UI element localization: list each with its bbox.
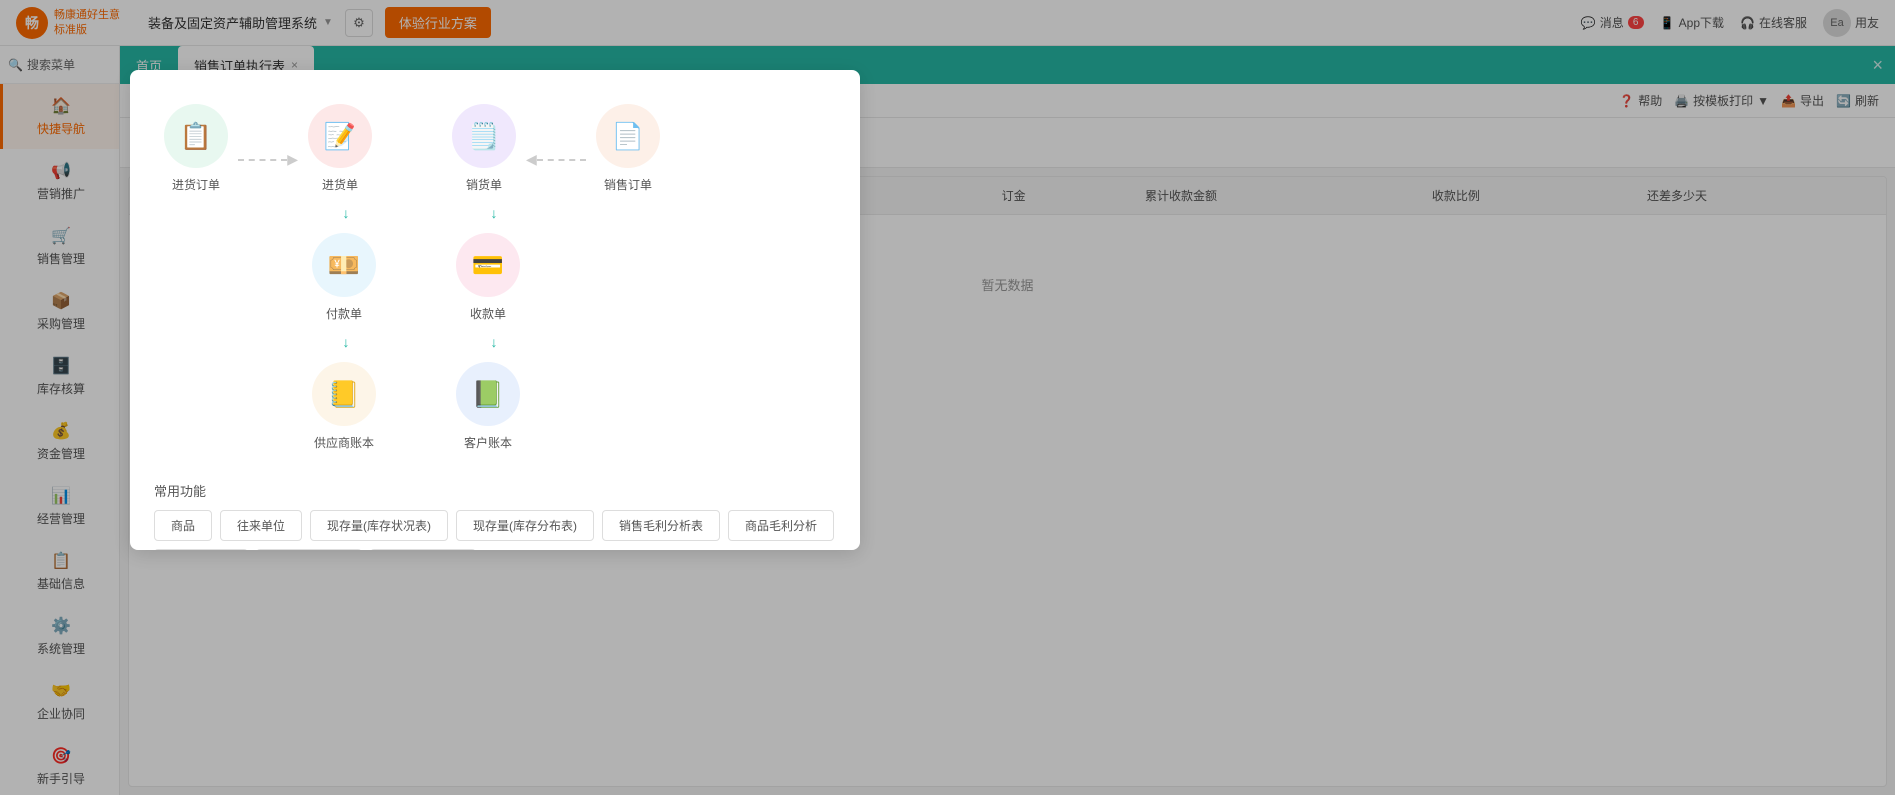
supplier-ledger-label: 供应商账本 bbox=[314, 434, 374, 451]
app-container: 畅 畅康通好生意 标准版 装备及固定资产辅助管理系统 ▼ ⚙ 体验行业方案 💬 … bbox=[0, 0, 1895, 795]
flow-purchase-slip[interactable]: 📝 进货单 bbox=[298, 94, 382, 203]
flow-payment-slip[interactable]: 💴 付款单 bbox=[302, 223, 386, 332]
flow-purchase-order[interactable]: 📋 进货订单 bbox=[154, 94, 238, 203]
customer-ledger-label: 客户账本 bbox=[464, 434, 512, 451]
flow-customer-ledger[interactable]: 📗 客户账本 bbox=[446, 352, 530, 461]
sales-order-label: 销售订单 bbox=[604, 176, 652, 193]
func-btn-stock-dist[interactable]: 现存量(库存分布表) bbox=[456, 510, 594, 541]
func-btn-sales-rank[interactable]: 销售排行榜 bbox=[154, 549, 248, 550]
flow-sales-slip[interactable]: 🗒️ 销货单 bbox=[442, 94, 526, 203]
common-funcs: 常用功能 商品 往来单位 现存量(库存状况表) 现存量(库存分布表) 销售毛利分… bbox=[154, 481, 836, 550]
arrow-2: ▶ bbox=[526, 129, 586, 168]
func-btn-goods[interactable]: 商品 bbox=[154, 510, 212, 541]
arrow-1: ▶ bbox=[238, 129, 298, 168]
receipt-slip-label: 收款单 bbox=[470, 305, 506, 322]
purchase-slip-icon: 📝 bbox=[308, 104, 372, 168]
func-btn-sales-profit[interactable]: 销售毛利分析表 bbox=[602, 510, 720, 541]
flow-receipt-slip[interactable]: 💳 收款单 bbox=[446, 223, 530, 332]
func-btn-payment-stats[interactable]: 付款情况统计 bbox=[370, 549, 476, 550]
sales-slip-icon: 🗒️ bbox=[452, 104, 516, 168]
purchase-order-icon: 📋 bbox=[164, 104, 228, 168]
func-btn-stock-status[interactable]: 现存量(库存状况表) bbox=[310, 510, 448, 541]
customer-ledger-icon: 📗 bbox=[456, 362, 520, 426]
supplier-ledger-icon: 📒 bbox=[312, 362, 376, 426]
sales-order-icon: 📄 bbox=[596, 104, 660, 168]
down-arrow-purchase: ↓ bbox=[302, 205, 390, 221]
payment-slip-label: 付款单 bbox=[326, 305, 362, 322]
down-arrow-payment: ↓ bbox=[302, 334, 390, 350]
func-btn-partners[interactable]: 往来单位 bbox=[220, 510, 302, 541]
down-arrow-receipt: ↓ bbox=[450, 334, 538, 350]
func-btn-goods-profit[interactable]: 商品毛利分析 bbox=[728, 510, 834, 541]
func-buttons-row-2: 销售排行榜 收款情况统计 付款情况统计 bbox=[154, 549, 836, 550]
flow-sales-order[interactable]: 📄 销售订单 bbox=[586, 94, 670, 203]
flow-supplier-ledger[interactable]: 📒 供应商账本 bbox=[302, 352, 386, 461]
purchase-order-label: 进货订单 bbox=[172, 176, 220, 193]
receipt-slip-icon: 💳 bbox=[456, 233, 520, 297]
purchase-slip-label: 进货单 bbox=[322, 176, 358, 193]
sales-slip-label: 销货单 bbox=[466, 176, 502, 193]
payment-slip-icon: 💴 bbox=[312, 233, 376, 297]
func-buttons-row-1: 商品 往来单位 现存量(库存状况表) 现存量(库存分布表) 销售毛利分析表 商品… bbox=[154, 510, 836, 541]
modal-overlay: 📋 进货订单 ▶ 📝 进货单 bbox=[0, 0, 1895, 795]
func-btn-receipt-stats[interactable]: 收款情况统计 bbox=[256, 549, 362, 550]
modal-box: 📋 进货订单 ▶ 📝 进货单 bbox=[130, 70, 860, 550]
common-funcs-title: 常用功能 bbox=[154, 481, 836, 500]
down-arrow-sales: ↓ bbox=[450, 205, 538, 221]
